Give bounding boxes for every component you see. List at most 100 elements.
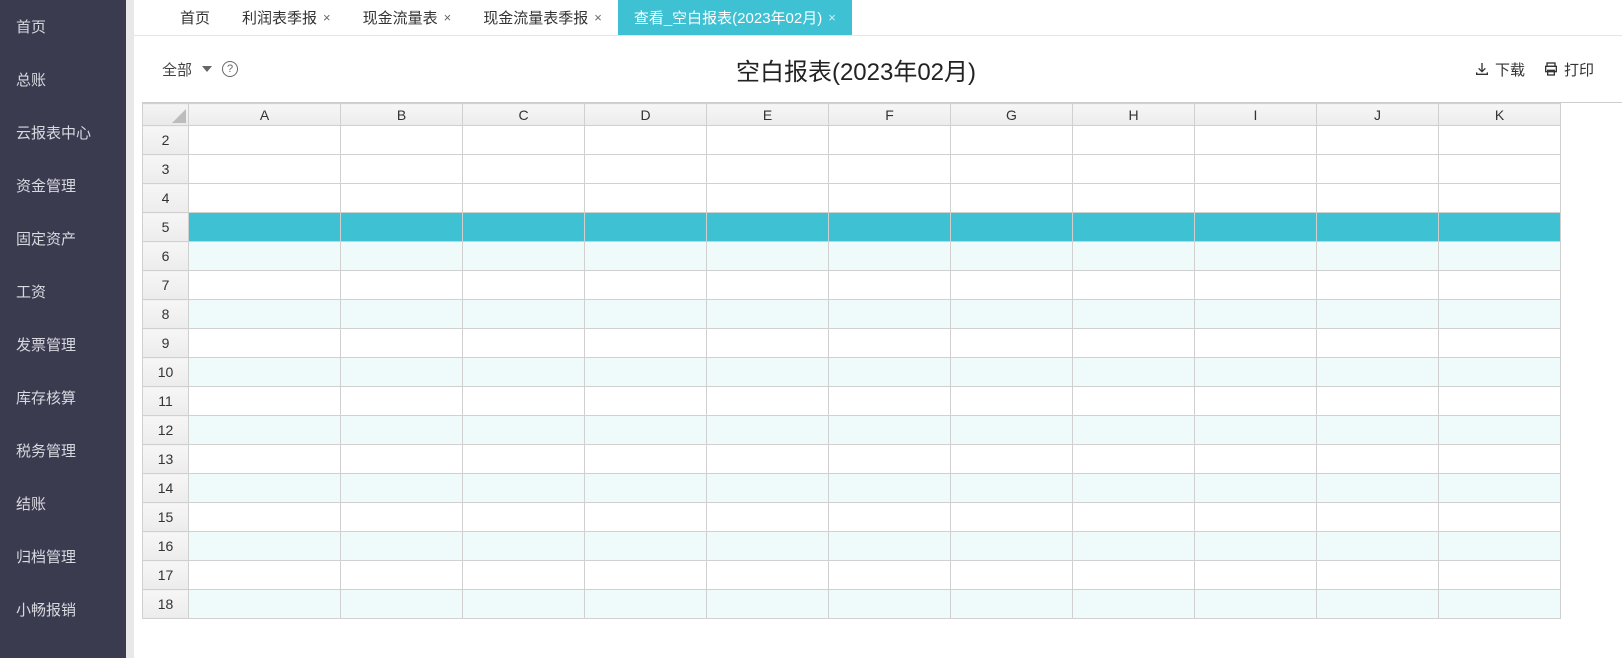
cell-J13[interactable] <box>1317 445 1439 474</box>
sidebar-item-11[interactable]: 小畅报销 <box>0 583 126 636</box>
cell-G2[interactable] <box>951 126 1073 155</box>
row-header-16[interactable]: 16 <box>143 532 189 561</box>
cell-A17[interactable] <box>189 561 341 590</box>
cell-G17[interactable] <box>951 561 1073 590</box>
cell-K2[interactable] <box>1439 126 1561 155</box>
cell-G7[interactable] <box>951 271 1073 300</box>
tab-3[interactable]: 现金流量表季报× <box>467 0 618 35</box>
cell-F17[interactable] <box>829 561 951 590</box>
cell-A16[interactable] <box>189 532 341 561</box>
tab-0[interactable]: 首页 <box>164 0 226 35</box>
cell-G8[interactable] <box>951 300 1073 329</box>
cell-A18[interactable] <box>189 590 341 619</box>
help-icon[interactable]: ? <box>222 61 238 77</box>
cell-K3[interactable] <box>1439 155 1561 184</box>
cell-H2[interactable] <box>1073 126 1195 155</box>
cell-J15[interactable] <box>1317 503 1439 532</box>
tab-1[interactable]: 利润表季报× <box>226 0 347 35</box>
cell-D17[interactable] <box>585 561 707 590</box>
row-header-12[interactable]: 12 <box>143 416 189 445</box>
cell-C9[interactable] <box>463 329 585 358</box>
close-icon[interactable]: × <box>828 10 836 25</box>
cell-E6[interactable] <box>707 242 829 271</box>
cell-C14[interactable] <box>463 474 585 503</box>
column-header-F[interactable]: F <box>829 104 951 126</box>
cell-E11[interactable] <box>707 387 829 416</box>
cell-B9[interactable] <box>341 329 463 358</box>
column-header-G[interactable]: G <box>951 104 1073 126</box>
cell-J11[interactable] <box>1317 387 1439 416</box>
row-header-11[interactable]: 11 <box>143 387 189 416</box>
cell-C8[interactable] <box>463 300 585 329</box>
cell-G3[interactable] <box>951 155 1073 184</box>
cell-C13[interactable] <box>463 445 585 474</box>
cell-H12[interactable] <box>1073 416 1195 445</box>
cell-B14[interactable] <box>341 474 463 503</box>
cell-J17[interactable] <box>1317 561 1439 590</box>
cell-I8[interactable] <box>1195 300 1317 329</box>
cell-F16[interactable] <box>829 532 951 561</box>
cell-K5[interactable] <box>1439 213 1561 242</box>
cell-B10[interactable] <box>341 358 463 387</box>
cell-H11[interactable] <box>1073 387 1195 416</box>
cell-K17[interactable] <box>1439 561 1561 590</box>
sidebar-item-1[interactable]: 总账 <box>0 53 126 106</box>
cell-J18[interactable] <box>1317 590 1439 619</box>
cell-G18[interactable] <box>951 590 1073 619</box>
cell-C15[interactable] <box>463 503 585 532</box>
cell-E2[interactable] <box>707 126 829 155</box>
cell-C12[interactable] <box>463 416 585 445</box>
cell-D2[interactable] <box>585 126 707 155</box>
column-header-D[interactable]: D <box>585 104 707 126</box>
cell-D13[interactable] <box>585 445 707 474</box>
tab-4[interactable]: 查看_空白报表(2023年02月)× <box>618 0 852 35</box>
cell-A4[interactable] <box>189 184 341 213</box>
cell-A7[interactable] <box>189 271 341 300</box>
row-header-15[interactable]: 15 <box>143 503 189 532</box>
cell-H8[interactable] <box>1073 300 1195 329</box>
sidebar-item-8[interactable]: 税务管理 <box>0 424 126 477</box>
cell-E10[interactable] <box>707 358 829 387</box>
cell-B2[interactable] <box>341 126 463 155</box>
row-header-9[interactable]: 9 <box>143 329 189 358</box>
cell-E13[interactable] <box>707 445 829 474</box>
column-header-B[interactable]: B <box>341 104 463 126</box>
spreadsheet[interactable]: ABCDEFGHIJK23456789101112131415161718 <box>142 102 1622 658</box>
cell-H4[interactable] <box>1073 184 1195 213</box>
print-button[interactable]: 打印 <box>1543 59 1594 80</box>
cell-K7[interactable] <box>1439 271 1561 300</box>
cell-B5[interactable] <box>341 213 463 242</box>
cell-J5[interactable] <box>1317 213 1439 242</box>
cell-A15[interactable] <box>189 503 341 532</box>
cell-B15[interactable] <box>341 503 463 532</box>
cell-G12[interactable] <box>951 416 1073 445</box>
sidebar-item-5[interactable]: 工资 <box>0 265 126 318</box>
cell-K6[interactable] <box>1439 242 1561 271</box>
row-header-14[interactable]: 14 <box>143 474 189 503</box>
cell-F11[interactable] <box>829 387 951 416</box>
sidebar-scrollbar[interactable] <box>126 0 134 658</box>
cell-J2[interactable] <box>1317 126 1439 155</box>
sidebar-item-2[interactable]: 云报表中心 <box>0 106 126 159</box>
cell-F5[interactable] <box>829 213 951 242</box>
cell-C6[interactable] <box>463 242 585 271</box>
sidebar-item-7[interactable]: 库存核算 <box>0 371 126 424</box>
cell-A11[interactable] <box>189 387 341 416</box>
cell-E8[interactable] <box>707 300 829 329</box>
cell-H9[interactable] <box>1073 329 1195 358</box>
cell-J16[interactable] <box>1317 532 1439 561</box>
cell-G9[interactable] <box>951 329 1073 358</box>
cell-J7[interactable] <box>1317 271 1439 300</box>
row-header-5[interactable]: 5 <box>143 213 189 242</box>
cell-F7[interactable] <box>829 271 951 300</box>
cell-J10[interactable] <box>1317 358 1439 387</box>
cell-J3[interactable] <box>1317 155 1439 184</box>
cell-G10[interactable] <box>951 358 1073 387</box>
row-header-2[interactable]: 2 <box>143 126 189 155</box>
cell-F13[interactable] <box>829 445 951 474</box>
sidebar-item-10[interactable]: 归档管理 <box>0 530 126 583</box>
cell-I5[interactable] <box>1195 213 1317 242</box>
row-header-17[interactable]: 17 <box>143 561 189 590</box>
cell-C3[interactable] <box>463 155 585 184</box>
cell-D5[interactable] <box>585 213 707 242</box>
